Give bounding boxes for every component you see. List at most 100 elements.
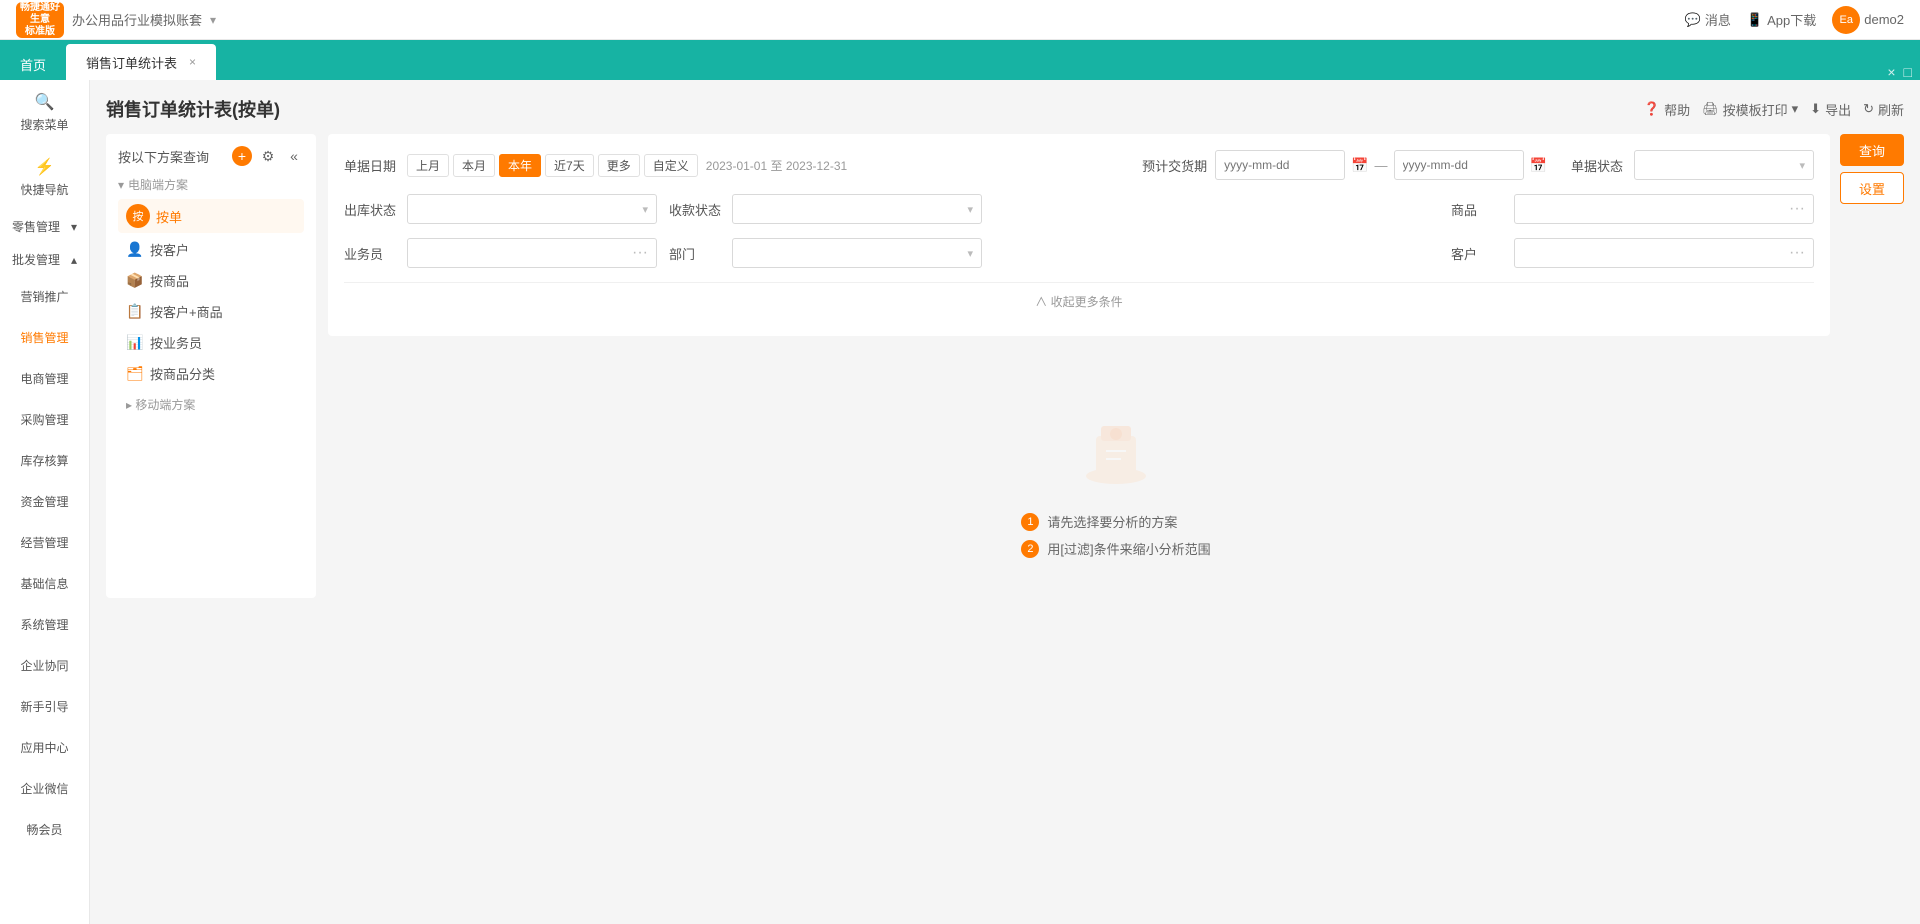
empty-illustration [1066, 396, 1166, 496]
sidebar-item-system[interactable]: 系统管理 [0, 604, 89, 645]
query-button[interactable]: 查询 [1840, 134, 1904, 166]
sidebar-item-enterprise[interactable]: 企业协同 [0, 645, 89, 686]
date-this-month-btn[interactable]: 本月 [453, 154, 495, 177]
order-status-label: 单据状态 [1571, 156, 1626, 175]
date-more-btn[interactable]: 更多 [598, 154, 640, 177]
sidebar-item-quicknav[interactable]: ⚡ 快捷导航 [0, 145, 89, 210]
scheme-item-by-customer[interactable]: 👤 按客户 [118, 235, 304, 264]
receipt-item: 收款状态 ▾ [669, 194, 982, 224]
export-button[interactable]: ⬇ 导出 [1810, 100, 1851, 119]
help-button[interactable]: ❓ 帮助 [1644, 100, 1690, 119]
app-download-button[interactable]: 📱 App下载 [1747, 10, 1816, 29]
avatar: Ea [1832, 6, 1860, 34]
sidebar-section-wholesale[interactable]: 批发管理 ▴ [0, 243, 89, 276]
print-icon: 🖨 [1702, 101, 1719, 117]
sidebar-item-marketing[interactable]: 营销推广 [0, 276, 89, 317]
salesman-more-icon[interactable]: ··· [632, 244, 648, 262]
forecast-date-item: 预计交货期 📅 — 📅 [1142, 150, 1547, 180]
filter-area: 单据日期 上月 本月 本年 近7天 更多 自定义 [328, 134, 1904, 598]
refresh-button[interactable]: ↻ 刷新 [1863, 100, 1904, 119]
order-status-select[interactable]: ▾ [1634, 150, 1814, 180]
sidebar-item-operations[interactable]: 经营管理 [0, 522, 89, 563]
forecast-end-input[interactable] [1394, 150, 1524, 180]
date-this-year-btn[interactable]: 本年 [499, 154, 541, 177]
tab-sales-order[interactable]: 销售订单统计表 × [66, 44, 216, 80]
print-button[interactable]: 🖨 按模板打印 ▾ [1702, 100, 1798, 119]
scheme-item-by-goods-category[interactable]: 🗂 按商品分类 [118, 359, 304, 388]
by-customer-label: 按客户 [150, 240, 189, 259]
date-7days-btn[interactable]: 近7天 [545, 154, 594, 177]
sidebar-item-wechat[interactable]: 企业微信 [0, 768, 89, 809]
by-goods-label: 按商品 [150, 271, 189, 290]
salesman-select[interactable]: ··· [407, 238, 657, 268]
add-scheme-button[interactable]: + [232, 146, 252, 166]
sidebar-item-sales[interactable]: 销售管理 [0, 317, 89, 358]
by-customer-goods-icon: 📋 [126, 303, 144, 321]
sidebar-section-retail[interactable]: 零售管理 ▾ [0, 210, 89, 243]
app-dropdown-icon[interactable]: ▾ [210, 13, 216, 27]
date-custom-btn[interactable]: 自定义 [644, 154, 698, 177]
user-menu[interactable]: Ea demo2 [1832, 6, 1904, 34]
filter-panel: 单据日期 上月 本月 本年 近7天 更多 自定义 [328, 134, 1830, 336]
by-goods-category-icon: 🗂 [126, 365, 144, 383]
filter-row-2: 出库状态 ▾ 收款状态 [344, 194, 1814, 224]
sidebar-item-purchase[interactable]: 采购管理 [0, 399, 89, 440]
sidebar-item-newbie[interactable]: 新手引导 [0, 686, 89, 727]
section-expand-icon: ▾ [118, 178, 124, 192]
sidebar-wholesale-label: 批发管理 [12, 251, 60, 268]
sidebar-item-member[interactable]: 畅会员 [0, 809, 89, 850]
empty-state: 1 请先选择要分析的方案 2 用[过滤]条件来缩小分析范围 [328, 336, 1904, 598]
scheme-collapse-button[interactable]: « [284, 146, 304, 166]
customer-select[interactable]: ··· [1514, 238, 1814, 268]
forecast-start-input[interactable] [1215, 150, 1345, 180]
topbar-left: 畅捷通好生意 标准版 办公用品行业模拟账套 ▾ [16, 2, 216, 38]
mobile-expand-icon: ▸ [126, 398, 132, 412]
goods-more-icon[interactable]: ··· [1789, 200, 1805, 218]
sidebar-item-ecommerce[interactable]: 电商管理 [0, 358, 89, 399]
department-item: 部门 ▾ [669, 238, 982, 268]
sidebar-quicknav-label: 快捷导航 [20, 181, 68, 198]
quicknav-icon: ⚡ [35, 157, 55, 177]
sidebar-item-basic[interactable]: 基础信息 [0, 563, 89, 604]
step-2-num: 2 [1021, 540, 1039, 558]
download-icon: 📱 [1747, 12, 1763, 28]
print-dropdown-icon: ▾ [1792, 101, 1799, 117]
order-status-dropdown-icon: ▾ [1799, 159, 1805, 172]
customer-more-icon[interactable]: ··· [1789, 244, 1805, 262]
tab-close-button[interactable]: × [1887, 64, 1895, 80]
help-icon: ❓ [1644, 101, 1660, 117]
receipt-select[interactable]: ▾ [732, 194, 982, 224]
sidebar-wechat-label: 企业微信 [20, 780, 68, 797]
topbar-right: 💬 消息 📱 App下载 Ea demo2 [1685, 6, 1904, 34]
wholesale-expand-icon: ▴ [71, 253, 77, 267]
scheme-item-by-customer-goods[interactable]: 📋 按客户+商品 [118, 297, 304, 326]
sidebar-newbie-label: 新手引导 [20, 698, 68, 715]
sidebar-item-inventory[interactable]: 库存核算 [0, 440, 89, 481]
tabbar-actions: × □ [1879, 64, 1920, 80]
sidebar-retail-label: 零售管理 [12, 218, 60, 235]
tab-close-icon[interactable]: × [189, 55, 196, 69]
sidebar-member-label: 畅会员 [26, 821, 62, 838]
scheme-settings-button[interactable]: ⚙ [258, 146, 278, 166]
shipment-select[interactable]: ▾ [407, 194, 657, 224]
settings-button[interactable]: 设置 [1840, 172, 1904, 204]
action-buttons: 查询 设置 [1840, 134, 1904, 204]
tab-home[interactable]: 首页 [0, 48, 66, 80]
department-select[interactable]: ▾ [732, 238, 982, 268]
scheme-item-by-salesman[interactable]: 📊 按业务员 [118, 328, 304, 357]
sidebar: 🔍 搜索菜单 ⚡ 快捷导航 零售管理 ▾ 批发管理 ▴ 营销推广 销售管理 电商… [0, 80, 90, 924]
tab-maximize-button[interactable]: □ [1904, 64, 1912, 80]
search-icon: 🔍 [35, 92, 55, 112]
by-goods-icon: 📦 [126, 272, 144, 290]
scheme-item-by-order[interactable]: 按 按单 [118, 199, 304, 233]
goods-select[interactable]: ··· [1514, 194, 1814, 224]
date-last-month-btn[interactable]: 上月 [407, 154, 449, 177]
sidebar-item-appcenter[interactable]: 应用中心 [0, 727, 89, 768]
sidebar-item-finance[interactable]: 资金管理 [0, 481, 89, 522]
collapse-bar[interactable]: ∧ 收起更多条件 [344, 282, 1814, 320]
message-button[interactable]: 💬 消息 [1685, 10, 1731, 29]
sidebar-item-search[interactable]: 🔍 搜索菜单 [0, 80, 89, 145]
scheme-item-by-goods[interactable]: 📦 按商品 [118, 266, 304, 295]
by-salesman-icon: 📊 [126, 334, 144, 352]
forecast-date-label: 预计交货期 [1142, 156, 1207, 175]
